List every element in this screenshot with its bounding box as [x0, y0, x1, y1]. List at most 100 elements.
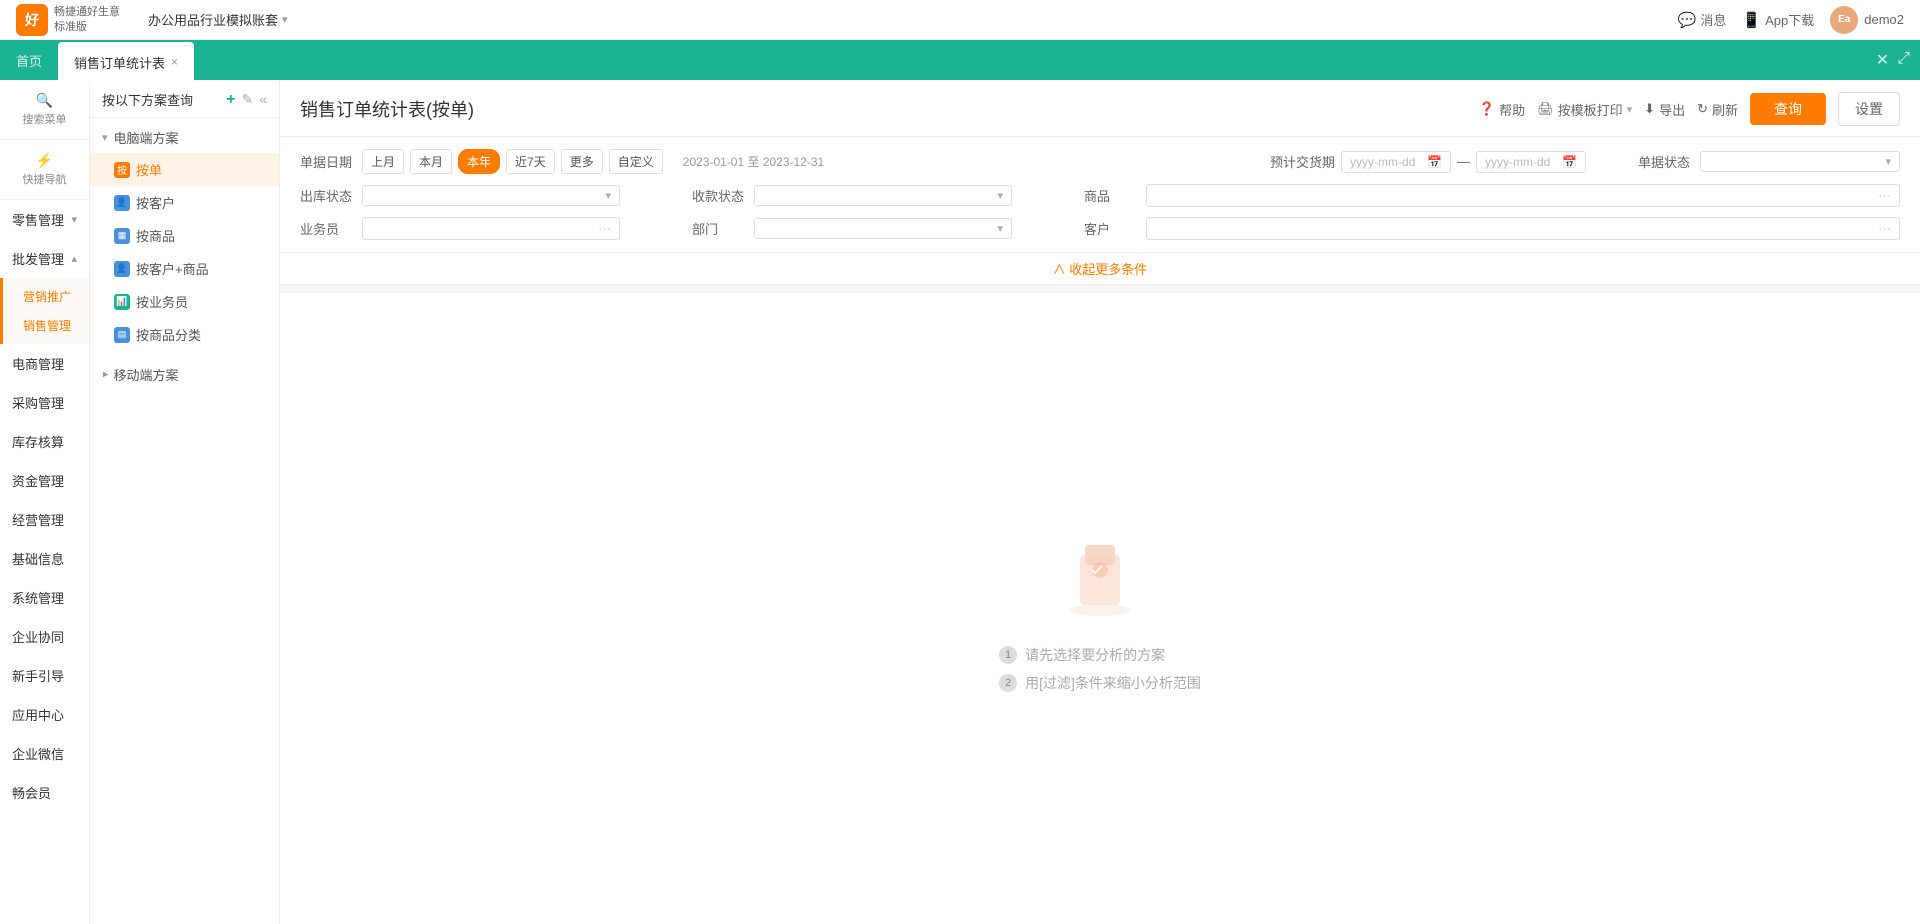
app-download-button[interactable]: 📱 App下载	[1742, 10, 1814, 29]
filter-section: 单据日期 上月 本月 本年 近7天 更多 自定义 2023-01-01 至 20…	[280, 137, 1920, 285]
collapse-bar[interactable]: ∧ 收起更多条件	[280, 253, 1920, 285]
scheme-group-mobile-label: 移动端方案	[114, 365, 179, 384]
tab-sales-order[interactable]: 销售订单统计表 ×	[58, 42, 194, 82]
dept-select[interactable]: ▾	[754, 218, 1012, 239]
message-label: 消息	[1700, 10, 1726, 29]
sidebar-item-newguide[interactable]: 新手引导	[0, 656, 89, 695]
window-expand-icon[interactable]: ⤢	[1897, 50, 1910, 70]
filter-row-1: 单据日期 上月 本月 本年 近7天 更多 自定义 2023-01-01 至 20…	[300, 149, 1900, 174]
salesman-label: 业务员	[300, 219, 356, 238]
empty-hints: 1 请先选择要分析的方案 2 用[过滤]条件来缩小分析范围	[999, 645, 1201, 693]
settings-button[interactable]: 设置	[1838, 92, 1900, 126]
sidebar-search[interactable]: 🔍 搜索菜单	[0, 80, 89, 140]
date-btn-more[interactable]: 更多	[561, 149, 603, 174]
sidebar-item-sales[interactable]: 销售管理	[15, 311, 89, 340]
sidebar-quicknav-label: 快捷导航	[23, 171, 67, 187]
scheme-customer-label: 按客户	[136, 193, 175, 212]
sidebar-item-system[interactable]: 系统管理	[0, 578, 89, 617]
sidebar-item-purchase[interactable]: 采购管理	[0, 383, 89, 422]
scheme-item-by-salesman[interactable]: 📊 按业务员	[90, 285, 279, 318]
scheme-item-by-goods[interactable]: ▦ 按商品	[90, 219, 279, 252]
scheme-item-by-customer[interactable]: 👤 按客户	[90, 186, 279, 219]
sidebar-item-ecommerce[interactable]: 电商管理	[0, 344, 89, 383]
date-btn-7days[interactable]: 近7天	[506, 149, 555, 174]
empty-illustration	[1050, 525, 1150, 625]
refresh-label: 刷新	[1712, 100, 1738, 119]
scheme-group-mobile-header[interactable]: ▾ 移动端方案	[90, 359, 279, 390]
scheme-group-pc-header[interactable]: ▾ 电脑端方案	[90, 122, 279, 153]
sidebar-item-inventory[interactable]: 库存核算	[0, 422, 89, 461]
sidebar-item-member[interactable]: 畅会员	[0, 773, 89, 812]
delivery-label: 出库状态	[300, 186, 356, 205]
app-title-dropdown[interactable]: 办公用品行业模拟账套 ▾	[148, 10, 288, 29]
dept-group: 部门 ▾	[692, 218, 1012, 239]
message-button[interactable]: 💬 消息	[1678, 10, 1727, 29]
goods-dots: ···	[1878, 188, 1891, 203]
window-close-icon[interactable]: ✕	[1876, 50, 1889, 70]
scheme-edit-icon[interactable]: ✎	[241, 91, 253, 109]
empty-hint-2: 2 用[过滤]条件来缩小分析范围	[999, 673, 1201, 693]
salesman-input[interactable]: ···	[362, 217, 620, 240]
logo-icon: 好	[16, 4, 48, 36]
tab-close-icon[interactable]: ×	[171, 55, 178, 69]
customer-input[interactable]: ···	[1146, 217, 1900, 240]
sidebar-item-corpwechat[interactable]: 企业微信	[0, 734, 89, 773]
calendar-from-icon: 📅	[1427, 155, 1442, 169]
scheme-item-by-cust-goods[interactable]: 👤 按客户+商品	[90, 252, 279, 285]
print-label: 按模板打印	[1558, 100, 1623, 119]
app-title-arrow-icon: ▾	[282, 13, 288, 26]
query-button[interactable]: 查询	[1750, 93, 1826, 125]
top-bar-left: 好 畅捷通好生意 标准版 办公用品行业模拟账套 ▾	[16, 4, 288, 36]
delivery-group: 出库状态 ▾	[300, 185, 620, 206]
tab-home[interactable]: 首页	[0, 40, 58, 80]
expected-date-to[interactable]: yyyy-mm-dd 📅	[1476, 151, 1586, 173]
sidebar-wholesale-label: 批发管理	[12, 249, 64, 268]
help-button[interactable]: ❓ 帮助	[1479, 100, 1525, 119]
sidebar-item-enterprise[interactable]: 企业协同	[0, 617, 89, 656]
sidebar-corpwechat-label: 企业微信	[12, 744, 64, 763]
date-btn-prev-month[interactable]: 上月	[362, 149, 404, 174]
sidebar-marketing-label: 营销推广	[23, 288, 71, 305]
print-button[interactable]: 🖨 按模板打印 ▾	[1537, 100, 1632, 119]
delivery-select[interactable]: ▾	[362, 185, 620, 206]
print-dropdown-arrow-icon[interactable]: ▾	[1627, 103, 1633, 116]
date-separator: —	[1457, 154, 1470, 169]
sidebar-item-wholesale[interactable]: 批发管理 ▴	[0, 239, 89, 278]
sidebar-item-retail[interactable]: 零售管理 ▾	[0, 200, 89, 239]
sidebar-wholesale-arrow-icon: ▴	[71, 252, 77, 265]
sidebar-item-operation[interactable]: 经营管理	[0, 500, 89, 539]
sidebar-item-finance[interactable]: 资金管理	[0, 461, 89, 500]
sidebar-appcenter-label: 应用中心	[12, 705, 64, 724]
date-btn-cur-month[interactable]: 本月	[410, 149, 452, 174]
date-btn-year[interactable]: 本年	[458, 149, 500, 174]
salesman-group: 业务员 ···	[300, 217, 620, 240]
export-button[interactable]: ⬇ 导出	[1644, 100, 1685, 119]
user-profile[interactable]: Ea demo2	[1830, 6, 1904, 34]
collapse-label: ∧ 收起更多条件	[1053, 259, 1148, 278]
empty-hint-1: 1 请先选择要分析的方案	[999, 645, 1201, 665]
sidebar-item-appcenter[interactable]: 应用中心	[0, 695, 89, 734]
goods-input[interactable]: ···	[1146, 184, 1900, 207]
expected-date-from[interactable]: yyyy-mm-dd 📅	[1341, 151, 1451, 173]
scheme-group-pc: ▾ 电脑端方案 按 按单 👤 按客户 ▦ 按商品 👤 按客户+商品	[90, 118, 279, 355]
sidebar-item-marketing[interactable]: 营销推广	[15, 282, 89, 311]
scheme-add-icon[interactable]: +	[226, 91, 235, 109]
sidebar-item-basic[interactable]: 基础信息	[0, 539, 89, 578]
scheme-item-by-order[interactable]: 按 按单	[90, 153, 279, 186]
scheme-cust-goods-label: 按客户+商品	[136, 259, 209, 278]
avatar: Ea	[1830, 6, 1858, 34]
date-btn-custom[interactable]: 自定义	[609, 149, 663, 174]
scheme-customer-icon: 👤	[114, 195, 130, 211]
hint-num-1: 1	[999, 646, 1017, 664]
payment-select[interactable]: ▾	[754, 185, 1012, 206]
scheme-salesman-icon: 📊	[114, 294, 130, 310]
scheme-collapse-icon[interactable]: «	[259, 91, 267, 109]
refresh-button[interactable]: ↻ 刷新	[1697, 100, 1738, 119]
order-status-select[interactable]: ▾	[1700, 151, 1900, 172]
sidebar-inventory-label: 库存核算	[12, 432, 64, 451]
scheme-panel-actions: + ✎ «	[226, 91, 267, 109]
scheme-item-by-goods-cat[interactable]: ▤ 按商品分类	[90, 318, 279, 351]
sidebar-finance-label: 资金管理	[12, 471, 64, 490]
sidebar-sales-label: 销售管理	[23, 317, 71, 334]
sidebar-quicknav[interactable]: ⚡ 快捷导航	[0, 140, 89, 200]
